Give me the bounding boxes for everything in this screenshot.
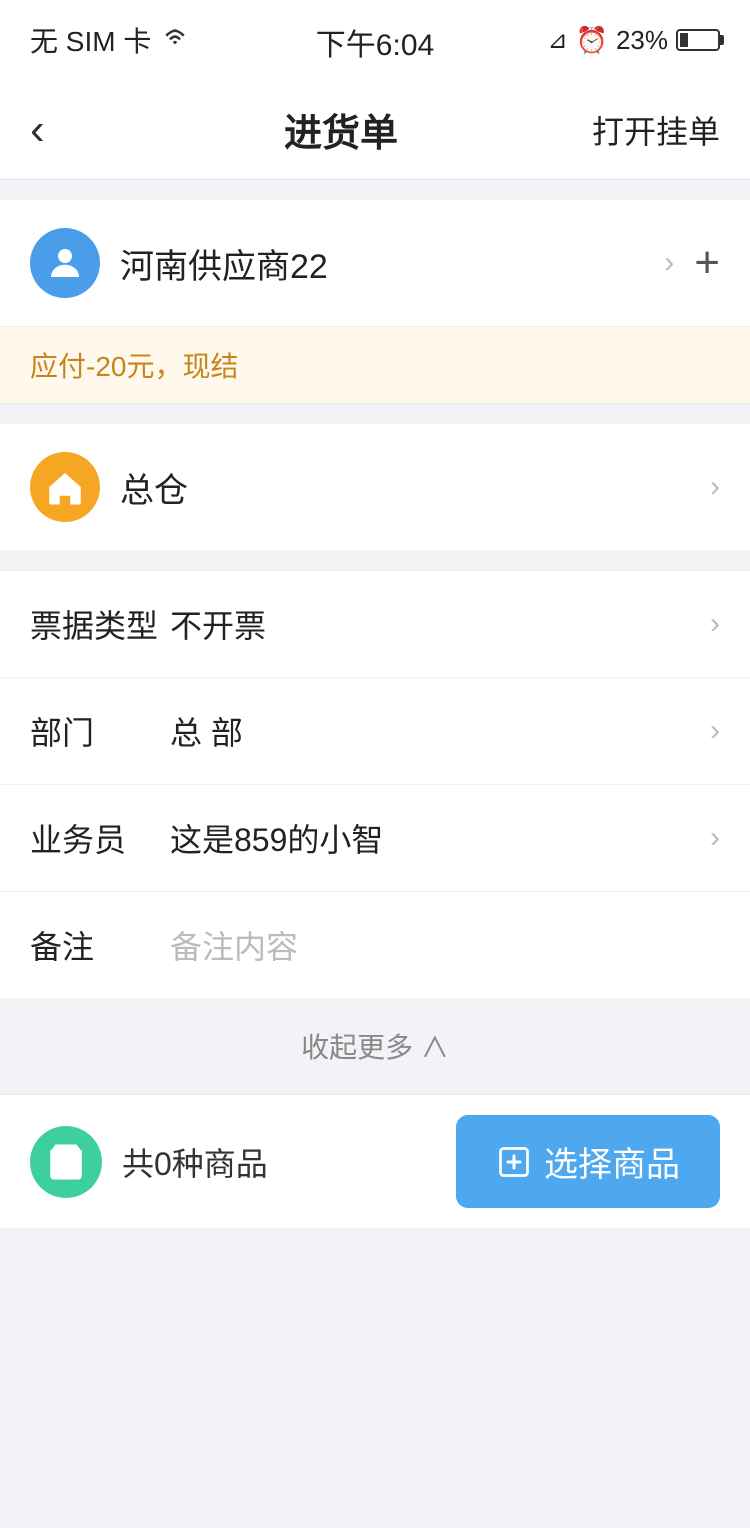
battery-text: 23% xyxy=(616,25,668,56)
remark-input[interactable]: 备注内容 xyxy=(170,922,720,968)
collapse-row[interactable]: 收起更多 ∧ xyxy=(0,998,750,1094)
department-row[interactable]: 部门 总 部 › xyxy=(0,677,750,784)
product-count: 共0种商品 xyxy=(122,1139,436,1185)
supplier-chevron-icon: › xyxy=(664,246,674,280)
page-background xyxy=(0,1228,750,1528)
page-title: 进货单 xyxy=(284,102,398,157)
department-label: 部门 xyxy=(30,708,170,754)
wifi-icon xyxy=(161,24,189,56)
invoice-row[interactable]: 票据类型 不开票 › xyxy=(0,570,750,677)
invoice-label: 票据类型 xyxy=(30,601,170,647)
department-chevron-icon: › xyxy=(710,714,720,748)
open-pending-button[interactable]: 打开挂单 xyxy=(592,107,720,153)
location-icon: ⊿ xyxy=(547,26,567,55)
form-section: 票据类型 不开票 › 部门 总 部 › 业务员 这是859的小智 › 备注 备注… xyxy=(0,570,750,998)
select-product-icon xyxy=(496,1144,532,1180)
status-time: 下午6:04 xyxy=(316,20,434,64)
remark-row[interactable]: 备注 备注内容 xyxy=(0,891,750,998)
status-bar: 无 SIM 卡 下午6:04 ⊿ ⏰ 23% xyxy=(0,0,750,80)
warehouse-row[interactable]: 总仓 › xyxy=(0,424,750,550)
warehouse-chevron-icon: › xyxy=(710,470,720,504)
supplier-name: 河南供应商22 xyxy=(120,239,664,288)
collapse-label: 收起更多 ∧ xyxy=(301,1026,449,1066)
status-right: ⊿ ⏰ 23% xyxy=(547,25,720,56)
add-button[interactable]: + xyxy=(694,238,720,288)
divider-1 xyxy=(0,404,750,424)
salesman-value: 这是859的小智 xyxy=(170,815,710,861)
alarm-icon: ⏰ xyxy=(576,25,608,56)
salesman-chevron-icon: › xyxy=(710,821,720,855)
divider-2 xyxy=(0,550,750,570)
top-divider xyxy=(0,180,750,200)
department-value: 总 部 xyxy=(170,708,710,754)
cart-icon-wrap xyxy=(30,1126,102,1198)
carrier-text: 无 SIM 卡 xyxy=(30,20,151,60)
bottom-bar: 共0种商品 选择商品 xyxy=(0,1094,750,1228)
invoice-value: 不开票 xyxy=(170,601,710,647)
select-product-label: 选择商品 xyxy=(544,1137,680,1186)
remark-label: 备注 xyxy=(30,922,170,968)
supplier-section: 河南供应商22 › + 应付-20元，现结 xyxy=(0,200,750,404)
cart-icon xyxy=(45,1141,87,1183)
notice-bar: 应付-20元，现结 xyxy=(0,327,750,404)
supplier-avatar xyxy=(30,228,100,298)
warehouse-icon-wrap xyxy=(30,452,100,522)
person-icon xyxy=(44,242,86,284)
salesman-row[interactable]: 业务员 这是859的小智 › xyxy=(0,784,750,891)
nav-bar: ‹ 进货单 打开挂单 xyxy=(0,80,750,180)
back-button[interactable]: ‹ xyxy=(30,105,90,155)
warehouse-section: 总仓 › xyxy=(0,424,750,550)
notice-text: 应付-20元，现结 xyxy=(30,351,238,382)
supplier-row[interactable]: 河南供应商22 › + xyxy=(0,200,750,327)
battery-icon xyxy=(676,29,720,51)
salesman-label: 业务员 xyxy=(30,815,170,861)
status-left: 无 SIM 卡 xyxy=(30,20,189,60)
select-product-button[interactable]: 选择商品 xyxy=(456,1115,720,1208)
invoice-chevron-icon: › xyxy=(710,607,720,641)
house-icon xyxy=(44,466,86,508)
warehouse-name: 总仓 xyxy=(120,463,710,512)
